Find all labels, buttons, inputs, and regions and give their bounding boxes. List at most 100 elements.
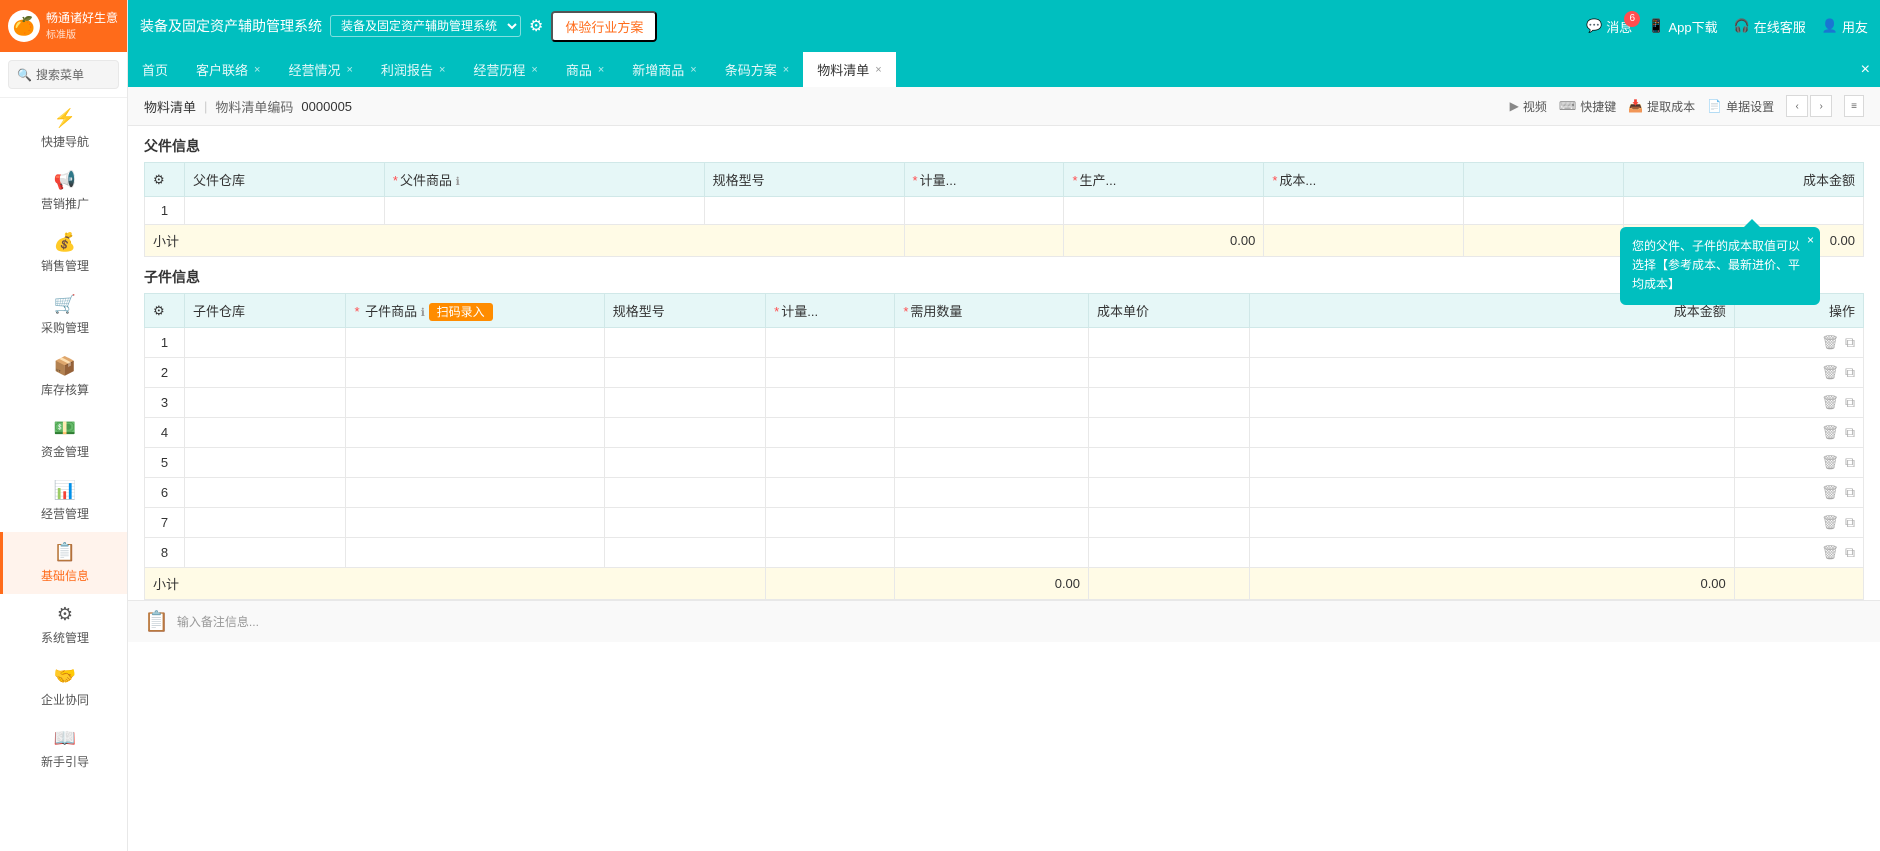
tab-customer-close[interactable]: × bbox=[254, 64, 260, 76]
sidebar-item-inventory[interactable]: 📦 库存核算 bbox=[0, 346, 127, 408]
tooltip-close-button[interactable]: × bbox=[1807, 231, 1814, 250]
child-row-5-qty[interactable] bbox=[895, 448, 1089, 478]
sidebar-item-guide[interactable]: 📖 新手引导 bbox=[0, 718, 127, 780]
nav-next-button[interactable]: › bbox=[1810, 95, 1832, 117]
copy-icon-row-4[interactable]: ⧉ bbox=[1845, 424, 1855, 441]
parent-unit-cell[interactable] bbox=[904, 197, 1064, 225]
child-row-2-warehouse[interactable] bbox=[185, 358, 346, 388]
copy-icon-row-5[interactable]: ⧉ bbox=[1845, 454, 1855, 471]
app-download-button[interactable]: 📱 App下载 bbox=[1648, 17, 1717, 36]
tab-operations-status[interactable]: 经营情况 × bbox=[274, 52, 366, 87]
child-row-8-qty[interactable] bbox=[895, 538, 1089, 568]
parent-spec-cell[interactable] bbox=[704, 197, 904, 225]
sidebar-item-basic-info[interactable]: 📋 基础信息 bbox=[0, 532, 127, 594]
parent-extra-cell[interactable] bbox=[1464, 197, 1624, 225]
child-row-4-qty[interactable] bbox=[895, 418, 1089, 448]
view-button[interactable]: ▶ 视频 bbox=[1510, 98, 1547, 115]
tab-bom[interactable]: 物料清单 × bbox=[803, 52, 895, 87]
delete-icon-row-5[interactable]: 🗑 bbox=[1821, 454, 1839, 471]
child-row-4-unit[interactable] bbox=[766, 418, 895, 448]
child-row-1-spec[interactable] bbox=[604, 328, 765, 358]
tab-profit[interactable]: 利润报告 × bbox=[367, 52, 459, 87]
delete-icon-row-8[interactable]: 🗑 bbox=[1821, 544, 1839, 561]
parent-production-cell[interactable] bbox=[1064, 197, 1264, 225]
child-row-3-spec[interactable] bbox=[604, 388, 765, 418]
child-row-6-unit[interactable] bbox=[766, 478, 895, 508]
child-row-2-product[interactable] bbox=[346, 358, 604, 388]
shortcut-button[interactable]: ⌨ 快捷键 bbox=[1559, 98, 1616, 115]
child-row-4-warehouse[interactable] bbox=[185, 418, 346, 448]
child-row-1-unit-cost[interactable] bbox=[1089, 328, 1250, 358]
sidebar-item-quick-nav[interactable]: ⚡ 快捷导航 bbox=[0, 98, 127, 160]
experience-button[interactable]: 体验行业方案 bbox=[551, 11, 657, 42]
child-row-3-product[interactable] bbox=[346, 388, 604, 418]
sidebar-item-operations[interactable]: 📊 经营管理 bbox=[0, 470, 127, 532]
delete-icon-row-2[interactable]: 🗑 bbox=[1821, 364, 1839, 381]
child-row-6-warehouse[interactable] bbox=[185, 478, 346, 508]
child-row-6-product[interactable] bbox=[346, 478, 604, 508]
delete-icon-row-1[interactable]: 🗑 bbox=[1821, 334, 1839, 351]
nav-list-button[interactable]: ≡ bbox=[1844, 95, 1864, 117]
sidebar-item-sales[interactable]: 💰 销售管理 bbox=[0, 222, 127, 284]
child-row-5-product[interactable] bbox=[346, 448, 604, 478]
copy-icon-row-2[interactable]: ⧉ bbox=[1845, 364, 1855, 381]
scan-button[interactable]: 扫码录入 bbox=[429, 303, 493, 321]
child-row-8-warehouse[interactable] bbox=[185, 538, 346, 568]
child-row-8-product[interactable] bbox=[346, 538, 604, 568]
child-row-7-product[interactable] bbox=[346, 508, 604, 538]
child-row-7-spec[interactable] bbox=[604, 508, 765, 538]
tab-history[interactable]: 经营历程 × bbox=[459, 52, 551, 87]
child-row-1-warehouse[interactable] bbox=[185, 328, 346, 358]
child-row-7-unit-cost[interactable] bbox=[1089, 508, 1250, 538]
child-row-7-warehouse[interactable] bbox=[185, 508, 346, 538]
child-row-7-unit[interactable] bbox=[766, 508, 895, 538]
child-row-4-unit-cost[interactable] bbox=[1089, 418, 1250, 448]
tab-profit-close[interactable]: × bbox=[439, 64, 445, 76]
tab-customer[interactable]: 客户联络 × bbox=[182, 52, 274, 87]
child-row-7-qty[interactable] bbox=[895, 508, 1089, 538]
child-row-1-product[interactable] bbox=[346, 328, 604, 358]
online-service-button[interactable]: 🎧 在线客服 bbox=[1734, 17, 1806, 36]
child-row-8-unit[interactable] bbox=[766, 538, 895, 568]
extract-cost-button[interactable]: 📥 提取成本 bbox=[1628, 98, 1695, 115]
sidebar-item-finance[interactable]: 💵 资金管理 bbox=[0, 408, 127, 470]
parent-cost-cell[interactable] bbox=[1264, 197, 1464, 225]
tab-ops-close[interactable]: × bbox=[346, 64, 352, 76]
parent-product-cell[interactable] bbox=[384, 197, 704, 225]
copy-icon-row-7[interactable]: ⧉ bbox=[1845, 514, 1855, 531]
copy-icon-row-1[interactable]: ⧉ bbox=[1845, 334, 1855, 351]
tab-barcode[interactable]: 条码方案 × bbox=[711, 52, 803, 87]
single-settings-button[interactable]: 📄 单据设置 bbox=[1707, 98, 1774, 115]
search-menu-button[interactable]: 🔍 搜索菜单 bbox=[8, 60, 119, 89]
child-row-1-unit[interactable] bbox=[766, 328, 895, 358]
child-row-6-qty[interactable] bbox=[895, 478, 1089, 508]
child-row-3-qty[interactable] bbox=[895, 388, 1089, 418]
parent-warehouse-cell[interactable] bbox=[185, 197, 385, 225]
tab-goods-close[interactable]: × bbox=[598, 64, 604, 76]
child-row-3-unit-cost[interactable] bbox=[1089, 388, 1250, 418]
child-row-5-warehouse[interactable] bbox=[185, 448, 346, 478]
child-row-3-unit[interactable] bbox=[766, 388, 895, 418]
child-row-2-spec[interactable] bbox=[604, 358, 765, 388]
copy-icon-row-6[interactable]: ⧉ bbox=[1845, 484, 1855, 501]
copy-icon-row-3[interactable]: ⧉ bbox=[1845, 394, 1855, 411]
tab-goods[interactable]: 商品 × bbox=[552, 52, 618, 87]
user-button[interactable]: 👤 用友 bbox=[1822, 17, 1868, 36]
child-row-3-warehouse[interactable] bbox=[185, 388, 346, 418]
sidebar-item-marketing[interactable]: 📢 营销推广 bbox=[0, 160, 127, 222]
child-row-6-unit-cost[interactable] bbox=[1089, 478, 1250, 508]
breadcrumb-bom[interactable]: 物料清单 bbox=[144, 97, 196, 116]
delete-icon-row-4[interactable]: 🗑 bbox=[1821, 424, 1839, 441]
child-row-5-unit-cost[interactable] bbox=[1089, 448, 1250, 478]
tab-bom-close[interactable]: × bbox=[875, 64, 881, 76]
tab-home[interactable]: 首页 bbox=[128, 52, 182, 87]
child-row-5-unit[interactable] bbox=[766, 448, 895, 478]
nav-prev-button[interactable]: ‹ bbox=[1786, 95, 1808, 117]
sidebar-item-enterprise[interactable]: 🤝 企业协同 bbox=[0, 656, 127, 718]
child-row-2-unit[interactable] bbox=[766, 358, 895, 388]
delete-icon-row-7[interactable]: 🗑 bbox=[1821, 514, 1839, 531]
child-row-4-product[interactable] bbox=[346, 418, 604, 448]
child-row-2-qty[interactable] bbox=[895, 358, 1089, 388]
child-row-8-spec[interactable] bbox=[604, 538, 765, 568]
child-row-1-qty[interactable] bbox=[895, 328, 1089, 358]
